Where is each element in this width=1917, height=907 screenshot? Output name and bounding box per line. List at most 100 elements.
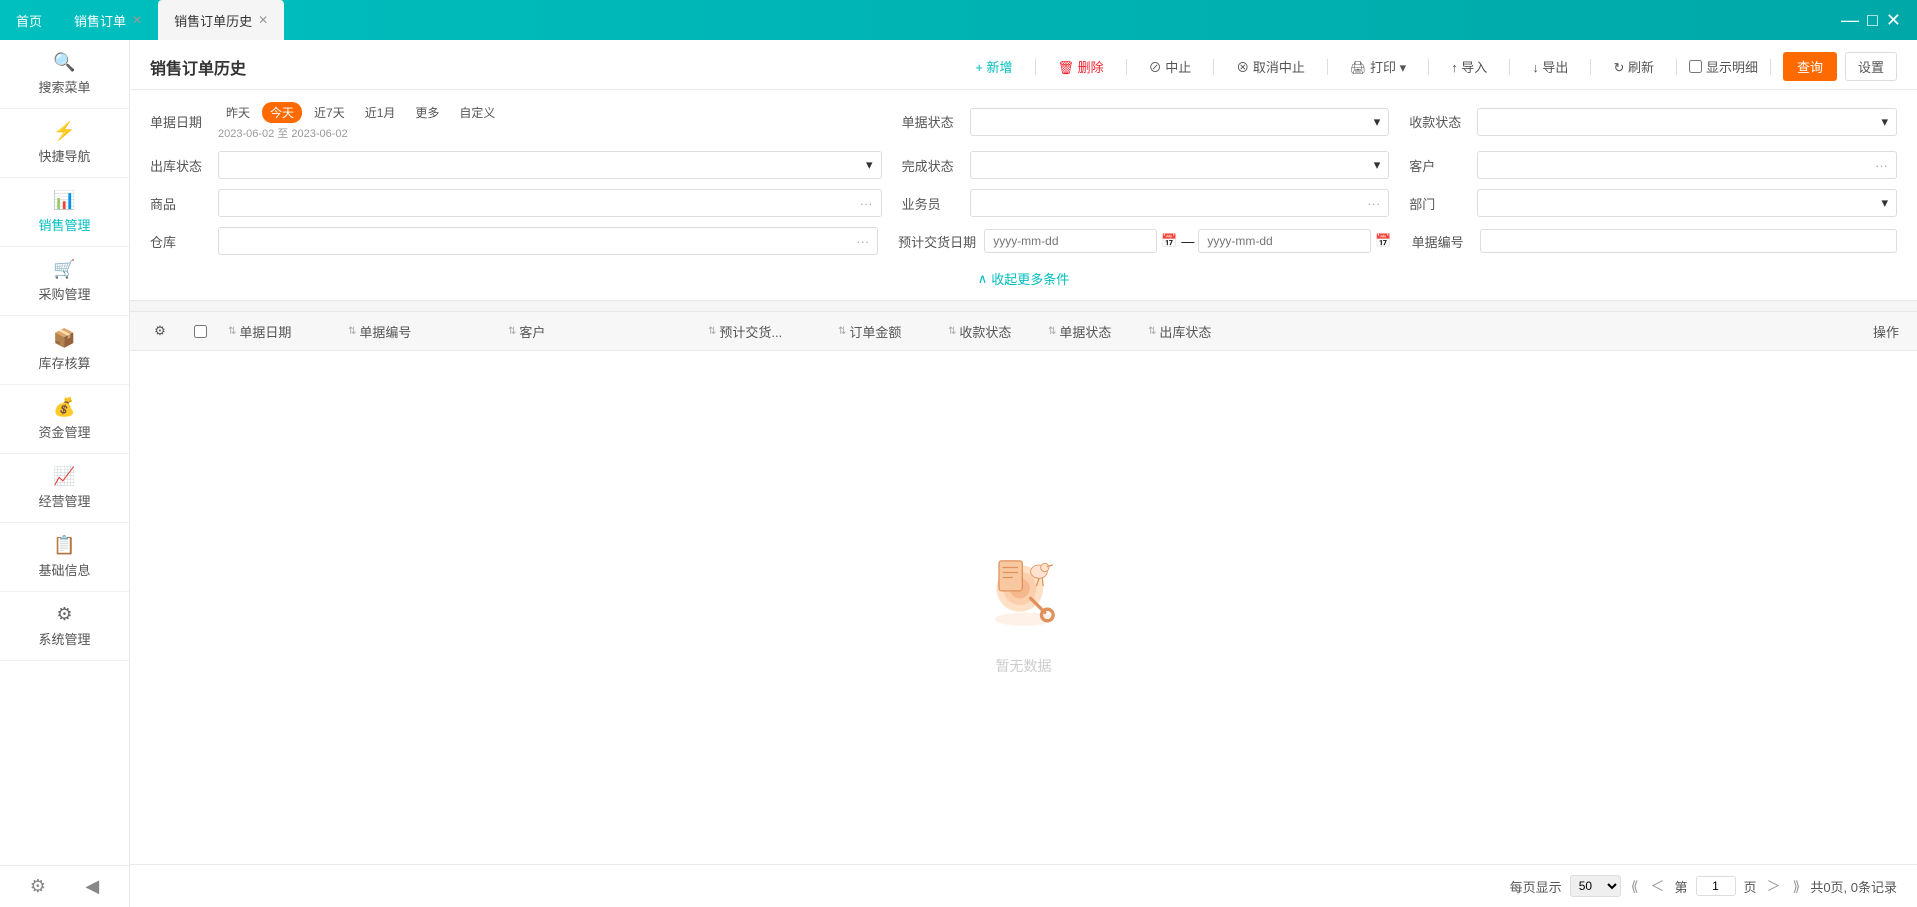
col-date[interactable]: ⇅ 单据日期 — [220, 322, 340, 341]
col-receive-status[interactable]: ⇅ 收款状态 — [940, 322, 1040, 341]
col-order-no-sort-icon: ⇅ — [348, 326, 356, 337]
date-tab-more[interactable]: 更多 — [407, 102, 447, 123]
page-last-icon[interactable]: ⟫ — [1791, 878, 1803, 895]
close-history-tab-icon[interactable]: ✕ — [258, 13, 268, 27]
calendar-start-icon[interactable]: 📅 — [1161, 233, 1177, 249]
receive-status-arrow: ▾ — [1881, 114, 1888, 130]
sidebar-item-basic-label: 基础信息 — [38, 560, 90, 579]
goods-dots[interactable]: ··· — [860, 196, 873, 211]
col-amount-sort-icon: ⇅ — [838, 326, 846, 337]
window-min-icon[interactable]: — — [1841, 10, 1859, 31]
tab-home[interactable]: + 新增 首页 — [0, 0, 58, 40]
sidebar-bottom: ⚙ ◀ — [0, 865, 129, 907]
col-order-status[interactable]: ⇅ 单据状态 — [1040, 322, 1140, 341]
sidebar-item-system-mgmt[interactable]: ⚙ 系统管理 — [0, 592, 129, 661]
sidebar-item-sales-mgmt[interactable]: 📊 销售管理 — [0, 178, 129, 247]
order-no-input[interactable] — [1480, 229, 1897, 253]
sidebar-settings-icon[interactable]: ⚙ — [30, 876, 46, 897]
sidebar-item-stock-calc[interactable]: 📦 库存核算 — [0, 316, 129, 385]
page-first-icon[interactable]: ⟪ — [1629, 878, 1641, 895]
warehouse-dots[interactable]: ··· — [856, 234, 869, 249]
collapse-button[interactable]: ∧ 收起更多条件 — [150, 265, 1897, 288]
settings-button[interactable]: 设置 — [1845, 52, 1897, 81]
import-button[interactable]: ↑ 导入 — [1441, 53, 1497, 80]
page-size-select[interactable]: 20 50 100 — [1570, 875, 1621, 897]
pagination: 每页显示 20 50 100 ⟪ ＜ 第 页 ＞ ⟫ 共0页, 0条记录 — [130, 864, 1917, 907]
window-close-icon[interactable]: ✕ — [1886, 10, 1901, 31]
toolbar: + 新增 🗑 删除 ⊘ 中止 ⊗ 取消中止 🖨 打印 ▾ — [965, 52, 1897, 81]
col-customer[interactable]: ⇅ 客户 — [500, 322, 700, 341]
print-button[interactable]: 🖨 打印 ▾ — [1340, 53, 1416, 80]
sidebar-item-fund-mgmt[interactable]: 💰 资金管理 — [0, 385, 129, 454]
filter-row-2: 出库状态 ▾ 完成状态 ▾ 客户 — [150, 151, 1897, 179]
show-detail-checkbox[interactable] — [1689, 60, 1702, 73]
sidebar-item-quick-nav[interactable]: ⚡ 快捷导航 — [0, 109, 129, 178]
date-tab-7days[interactable]: 近7天 — [306, 102, 353, 123]
receive-status-select[interactable]: ▾ — [1477, 108, 1897, 136]
complete-select[interactable]: ▾ — [970, 151, 1390, 179]
col-amount[interactable]: ⇅ 订单金额 — [830, 322, 940, 341]
date-tab-custom[interactable]: 自定义 — [451, 102, 503, 123]
sidebar-item-search-menu[interactable]: 🔍 搜索菜单 — [0, 40, 129, 109]
sidebar-item-basic-info[interactable]: 📋 基础信息 — [0, 523, 129, 592]
delete-button[interactable]: 🗑 删除 — [1048, 53, 1114, 80]
date-tab-today[interactable]: 今天 — [262, 102, 302, 123]
tab-sales-order-label: 销售订单 — [74, 11, 126, 30]
col-date-label: 单据日期 — [239, 322, 291, 341]
col-order-no[interactable]: ⇅ 单据编号 — [340, 322, 500, 341]
sidebar: 🔍 搜索菜单 ⚡ 快捷导航 📊 销售管理 🛒 采购管理 📦 库存核算 💰 资金管… — [0, 40, 130, 907]
select-all-checkbox[interactable] — [194, 325, 207, 338]
date-label: 单据日期 — [150, 112, 210, 131]
col-check[interactable] — [180, 325, 220, 338]
export-button[interactable]: ↓ 导出 — [1522, 53, 1578, 80]
dept-arrow: ▾ — [1881, 195, 1888, 211]
stop-button[interactable]: ⊘ 中止 — [1139, 53, 1202, 80]
col-settings[interactable]: ⚙ — [140, 323, 180, 339]
date-tab-1month[interactable]: 近1月 — [357, 102, 404, 123]
stock-out-select[interactable]: ▾ — [218, 151, 882, 179]
col-delivery[interactable]: ⇅ 预计交货... — [700, 322, 830, 341]
toolbar-divider-3 — [1213, 59, 1214, 75]
stock-calc-icon: 📦 — [53, 328, 75, 349]
sidebar-item-business-mgmt[interactable]: 📈 经营管理 — [0, 454, 129, 523]
sales-staff-dots[interactable]: ··· — [1367, 196, 1380, 211]
goods-select[interactable]: ··· — [218, 189, 882, 217]
sidebar-item-fund-label: 资金管理 — [38, 422, 90, 441]
sidebar-item-purchase-label: 采购管理 — [38, 284, 90, 303]
table-area: ⚙ ⇅ 单据日期 ⇅ 单据编号 ⇅ 客户 ⇅ — [130, 311, 1917, 864]
sidebar-collapse-icon[interactable]: ◀ — [85, 876, 99, 897]
customer-dots[interactable]: ··· — [1875, 158, 1888, 173]
calendar-end-icon[interactable]: 📅 — [1375, 233, 1391, 249]
sales-staff-select[interactable]: ··· — [970, 189, 1390, 217]
customer-select[interactable]: ··· — [1477, 151, 1897, 179]
refresh-button[interactable]: ↻ 刷新 — [1603, 53, 1664, 80]
warehouse-select[interactable]: ··· — [218, 227, 878, 255]
sidebar-item-purchase-mgmt[interactable]: 🛒 采购管理 — [0, 247, 129, 316]
dept-select[interactable]: ▾ — [1477, 189, 1897, 217]
order-status-select[interactable]: ▾ — [970, 108, 1390, 136]
tab-sales-order[interactable]: 销售订单 ✕ — [58, 0, 158, 40]
filter-goods: 商品 ··· — [150, 189, 882, 217]
tab-sales-order-history[interactable]: 销售订单历史 ✕ — [158, 0, 284, 40]
window-max-icon[interactable]: □ — [1867, 10, 1878, 31]
search-button[interactable]: 查询 — [1783, 52, 1837, 81]
empty-illustration — [974, 540, 1074, 640]
page-next-icon[interactable]: ＞ — [1765, 876, 1783, 896]
col-stock-status[interactable]: ⇅ 出库状态 — [1140, 322, 1240, 341]
delivery-date-end[interactable] — [1198, 229, 1371, 253]
delivery-date-start[interactable] — [984, 229, 1157, 253]
new-button[interactable]: + 新增 — [965, 53, 1022, 80]
date-tab-yesterday[interactable]: 昨天 — [218, 102, 258, 123]
filter-order-no: 单据编号 — [1412, 229, 1897, 253]
settings-gear-icon[interactable]: ⚙ — [154, 323, 166, 339]
page-prev-icon[interactable]: ＜ — [1648, 876, 1666, 896]
sidebar-item-business-label: 经营管理 — [38, 491, 90, 510]
page-input[interactable] — [1696, 876, 1736, 896]
customer-label: 客户 — [1409, 156, 1469, 175]
close-sales-order-tab-icon[interactable]: ✕ — [132, 13, 142, 27]
date-tabs-block: 昨天 今天 近7天 近1月 更多 自定义 2023-06-02 至 2023-0… — [218, 102, 503, 141]
print-label: 🖨 打印 ▾ — [1350, 57, 1406, 76]
sidebar-item-stock-label: 库存核算 — [38, 353, 90, 372]
date-tabs: 昨天 今天 近7天 近1月 更多 自定义 — [218, 102, 503, 123]
cancel-stop-button[interactable]: ⊗ 取消中止 — [1226, 53, 1315, 80]
